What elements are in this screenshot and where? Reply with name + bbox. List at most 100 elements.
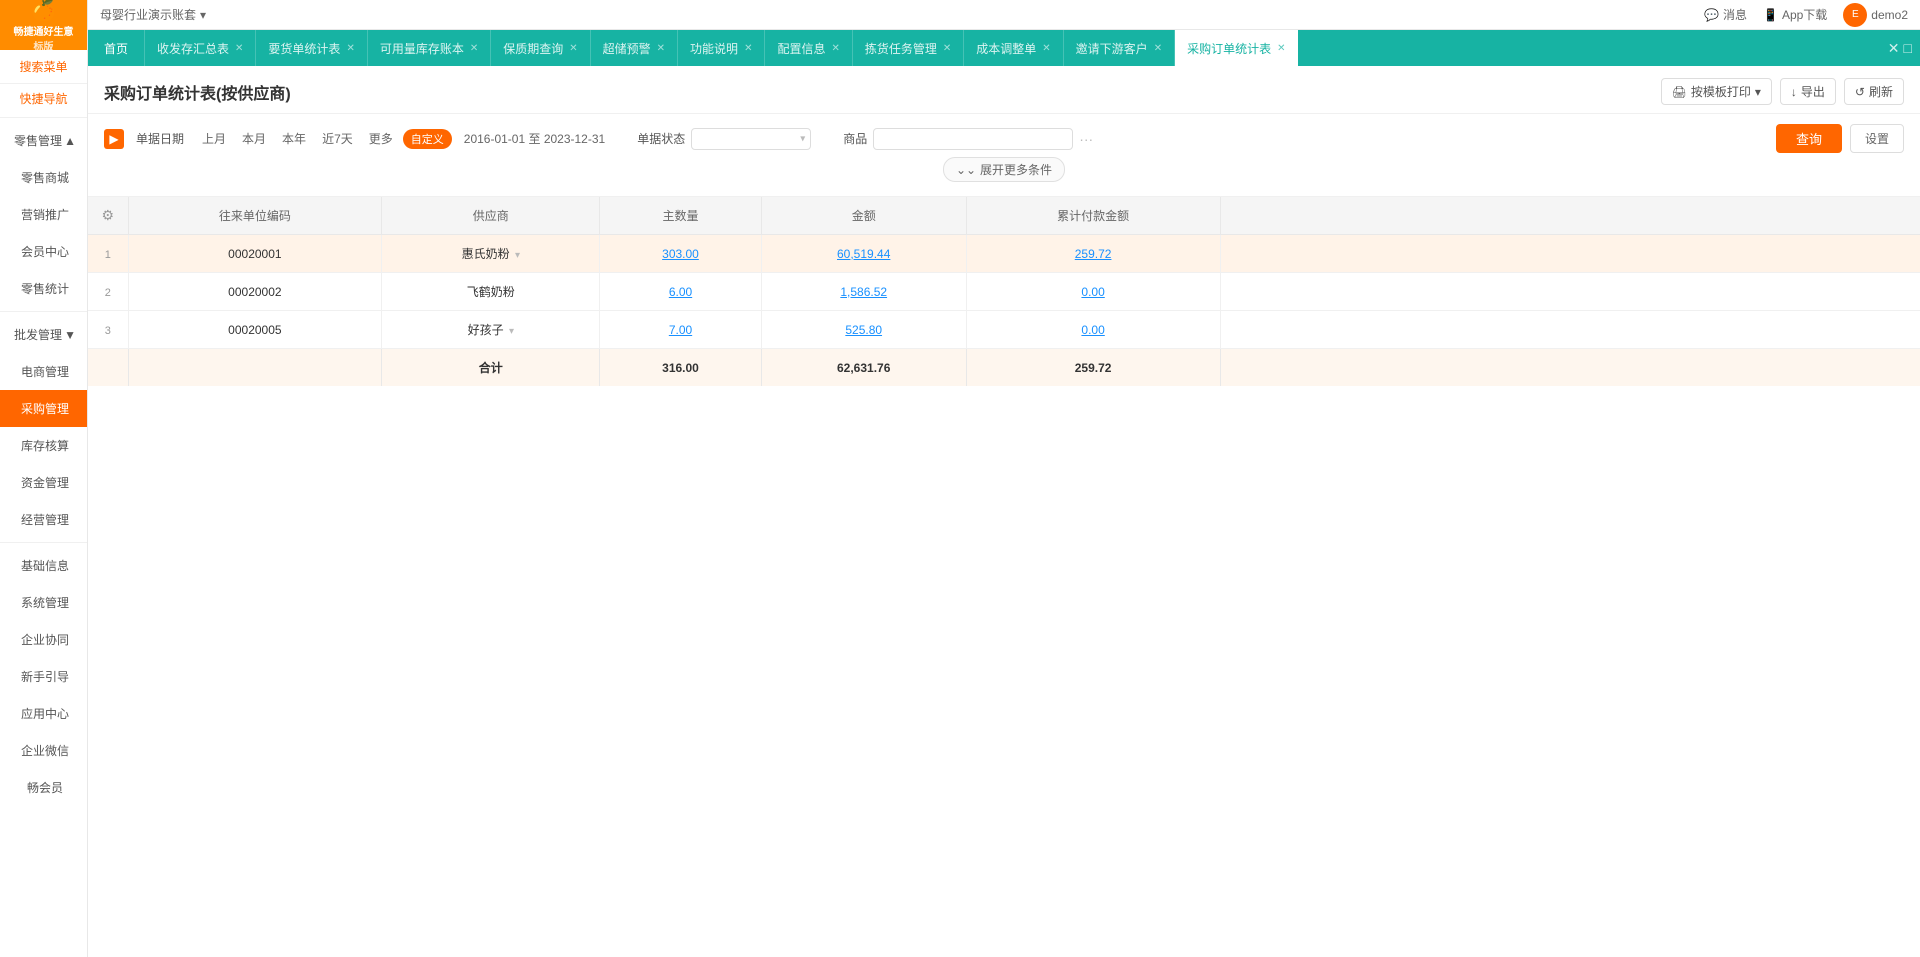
status-select[interactable] bbox=[691, 128, 811, 150]
goods-input[interactable] bbox=[873, 128, 1073, 150]
status-filter: 单据状态 ▾ bbox=[637, 128, 811, 150]
tab-expiry-close[interactable]: ✕ bbox=[569, 43, 577, 54]
template-print-btn[interactable]: 🖨 按模板打印 ▾ bbox=[1661, 78, 1772, 105]
sidebar-item-inventory[interactable]: 库存核算 bbox=[0, 427, 87, 464]
tab-receive[interactable]: 收发存汇总表 ✕ bbox=[145, 30, 256, 66]
cell-code-1: 00020001 bbox=[128, 235, 382, 273]
window-close-icon[interactable]: ✕ bbox=[1888, 40, 1900, 57]
cell-amount-2[interactable]: 1,586.52 bbox=[761, 273, 966, 311]
cell-quantity-2[interactable]: 6.00 bbox=[600, 273, 761, 311]
export-btn[interactable]: ↓ 导出 bbox=[1780, 78, 1836, 105]
message-icon: 💬 bbox=[1704, 8, 1719, 22]
tab-config[interactable]: 配置信息 ✕ bbox=[765, 30, 852, 66]
supplier-dropdown-arrow-1[interactable]: ▾ bbox=[515, 250, 520, 261]
topbar: 母婴行业演示账套 ▾ 💬 消息 📱 App下载 E demo2 bbox=[88, 0, 1920, 30]
cell-extra-2 bbox=[1220, 273, 1920, 311]
home-tab-label: 首页 bbox=[104, 40, 128, 57]
workspace-selector[interactable]: 母婴行业演示账套 ▾ bbox=[100, 6, 1696, 23]
expand-conditions-btn[interactable]: ⌄⌄ 展开更多条件 bbox=[943, 157, 1065, 182]
sidebar-item-retail-mall[interactable]: 零售商城 bbox=[0, 159, 87, 196]
col-supplier: 供应商 bbox=[382, 197, 600, 235]
tab-requisition-close[interactable]: ✕ bbox=[346, 43, 354, 54]
col-settings[interactable]: ⚙ bbox=[88, 197, 128, 235]
sidebar-item-new-guide[interactable]: 新手引导 bbox=[0, 658, 87, 695]
tab-invite-label: 邀请下游客户 bbox=[1076, 40, 1148, 57]
refresh-btn[interactable]: ↺ 刷新 bbox=[1844, 78, 1904, 105]
tab-cost-adjust[interactable]: 成本调整单 ✕ bbox=[964, 30, 1063, 66]
shortcut-7days[interactable]: 近7天 bbox=[316, 128, 359, 149]
tab-function-close[interactable]: ✕ bbox=[744, 43, 752, 54]
sidebar-item-sys-mgmt[interactable]: 系统管理 bbox=[0, 584, 87, 621]
custom-date-badge[interactable]: 自定义 bbox=[403, 129, 452, 149]
tab-available[interactable]: 可用量库存账本 ✕ bbox=[368, 30, 491, 66]
shortcut-this-year[interactable]: 本年 bbox=[276, 128, 312, 149]
cell-num-3: 3 bbox=[88, 311, 128, 349]
tab-pick-task-label: 拣货任务管理 bbox=[865, 40, 937, 57]
tab-requisition[interactable]: 要货单统计表 ✕ bbox=[256, 30, 367, 66]
date-filter-label: 单据日期 bbox=[136, 130, 184, 147]
footer-empty-2 bbox=[128, 349, 382, 387]
sidebar-item-vip[interactable]: 畅会员 bbox=[0, 769, 87, 806]
query-btn[interactable]: 查询 bbox=[1776, 124, 1842, 153]
tab-pick-task-close[interactable]: ✕ bbox=[943, 43, 951, 54]
cell-amount-3[interactable]: 525.80 bbox=[761, 311, 966, 349]
sidebar-item-search[interactable]: 搜索菜单 bbox=[0, 50, 87, 84]
tab-cost-adjust-close[interactable]: ✕ bbox=[1042, 43, 1050, 54]
tab-pick-task[interactable]: 拣货任务管理 ✕ bbox=[853, 30, 964, 66]
sidebar-item-purchase[interactable]: 采购管理 bbox=[0, 390, 87, 427]
user-profile[interactable]: E demo2 bbox=[1843, 3, 1908, 27]
cell-extra-3 bbox=[1220, 311, 1920, 349]
sidebar-item-retail-stat[interactable]: 零售统计 bbox=[0, 270, 87, 307]
tab-function[interactable]: 功能说明 ✕ bbox=[678, 30, 765, 66]
sidebar-item-finance[interactable]: 资金管理 bbox=[0, 464, 87, 501]
cell-paid-3[interactable]: 0.00 bbox=[966, 311, 1220, 349]
sidebar-item-app-center[interactable]: 应用中心 bbox=[0, 695, 87, 732]
sidebar-item-quick-nav[interactable]: 快捷导航 bbox=[0, 84, 87, 113]
app-download-btn[interactable]: 📱 App下载 bbox=[1763, 6, 1827, 23]
page-header: 采购订单统计表(按供应商) 🖨 按模板打印 ▾ ↓ 导出 ↺ 刷新 bbox=[88, 66, 1920, 114]
cell-supplier-1: 惠氏奶粉 ▾ bbox=[382, 235, 600, 273]
tab-overstock-label: 超储预警 bbox=[603, 40, 651, 57]
tab-invite-close[interactable]: ✕ bbox=[1154, 43, 1162, 54]
cell-amount-1[interactable]: 60,519.44 bbox=[761, 235, 966, 273]
goods-search-ellipsis[interactable]: ··· bbox=[1079, 131, 1093, 147]
sidebar-item-wholesale[interactable]: 批发管理 ▼ bbox=[0, 316, 87, 353]
shortcut-last-month[interactable]: 上月 bbox=[196, 128, 232, 149]
window-max-icon[interactable]: □ bbox=[1904, 40, 1912, 56]
shortcut-more[interactable]: 更多 bbox=[363, 128, 399, 149]
sidebar-item-operation[interactable]: 经营管理 bbox=[0, 501, 87, 538]
tab-invite[interactable]: 邀请下游客户 ✕ bbox=[1064, 30, 1175, 66]
table-row: 3 00020005 好孩子 ▾ 7.00 525.80 0.00 bbox=[88, 311, 1920, 349]
cell-paid-2[interactable]: 0.00 bbox=[966, 273, 1220, 311]
sidebar-item-basic-info[interactable]: 基础信息 bbox=[0, 547, 87, 584]
sidebar-item-enterprise[interactable]: 企业协同 bbox=[0, 621, 87, 658]
refresh-icon: ↺ bbox=[1855, 85, 1865, 99]
tab-home[interactable]: 首页 bbox=[88, 30, 145, 66]
shortcut-this-month[interactable]: 本月 bbox=[236, 128, 272, 149]
sidebar-item-member[interactable]: 会员中心 bbox=[0, 233, 87, 270]
tab-purchase-stat-close[interactable]: ✕ bbox=[1277, 43, 1285, 54]
supplier-dropdown-arrow-3[interactable]: ▾ bbox=[509, 326, 514, 337]
message-btn[interactable]: 💬 消息 bbox=[1704, 6, 1747, 23]
tab-config-close[interactable]: ✕ bbox=[831, 43, 839, 54]
export-icon: ↓ bbox=[1791, 85, 1797, 99]
tab-available-close[interactable]: ✕ bbox=[470, 43, 478, 54]
tab-overstock-close[interactable]: ✕ bbox=[657, 43, 665, 54]
cell-quantity-3[interactable]: 7.00 bbox=[600, 311, 761, 349]
template-print-arrow: ▾ bbox=[1755, 85, 1761, 99]
filter-toggle-btn[interactable]: ▶ bbox=[104, 129, 124, 149]
tab-expiry[interactable]: 保质期查询 ✕ bbox=[491, 30, 590, 66]
table-header-row: ⚙ 往来单位编码 供应商 主数量 金额 累计付款金额 bbox=[88, 197, 1920, 235]
cell-paid-1[interactable]: 259.72 bbox=[966, 235, 1220, 273]
settings-btn[interactable]: 设置 bbox=[1850, 124, 1904, 153]
tab-purchase-stat[interactable]: 采购订单统计表 ✕ bbox=[1175, 30, 1298, 66]
settings-icon[interactable]: ⚙ bbox=[101, 207, 114, 223]
cell-quantity-1[interactable]: 303.00 bbox=[600, 235, 761, 273]
tab-overstock[interactable]: 超储预警 ✕ bbox=[591, 30, 678, 66]
sidebar-item-retail-mgmt[interactable]: 零售管理 ▲ bbox=[0, 122, 87, 159]
sidebar-item-ecommerce[interactable]: 电商管理 bbox=[0, 353, 87, 390]
sidebar-item-enterprise-wx[interactable]: 企业微信 bbox=[0, 732, 87, 769]
sidebar-item-marketing[interactable]: 营销推广 bbox=[0, 196, 87, 233]
tab-available-label: 可用量库存账本 bbox=[380, 40, 464, 57]
tab-receive-close[interactable]: ✕ bbox=[235, 43, 243, 54]
